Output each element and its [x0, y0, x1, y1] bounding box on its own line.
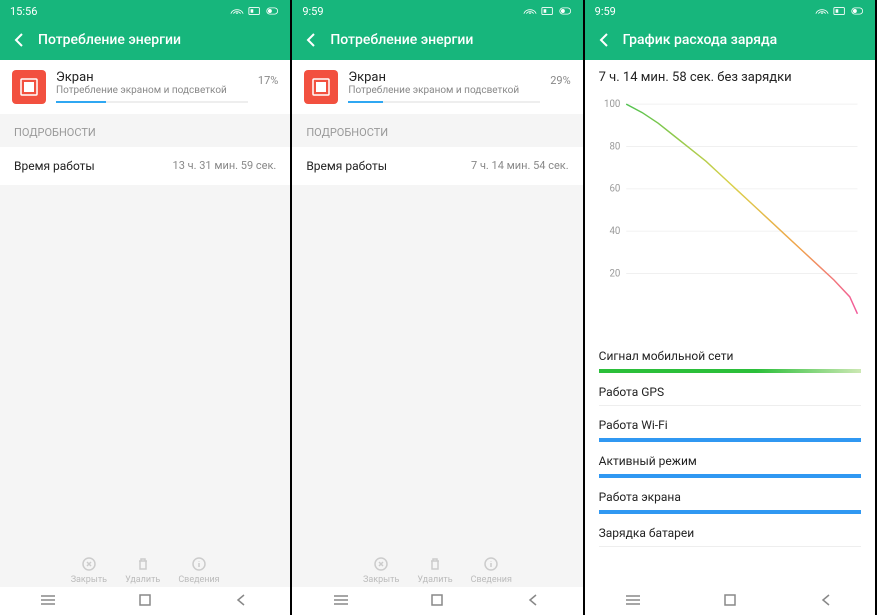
usage-item: Сигнал мобильной сети — [585, 341, 875, 377]
svg-text:20: 20 — [609, 268, 620, 279]
usage-label: Активный режим — [599, 454, 861, 468]
usage-bar — [599, 546, 861, 547]
close-action[interactable]: Закрыть — [363, 557, 399, 585]
section-label: ПОДРОБНОСТИ — [292, 114, 582, 147]
row-value: 13 ч. 31 мин. 59 сек. — [173, 159, 277, 173]
usage-list: Сигнал мобильной сети Работа GPS Работа … — [585, 341, 875, 551]
header-title: Потребление энергии — [38, 32, 181, 48]
svg-text:40: 40 — [609, 226, 620, 237]
section-label: ПОДРОБНОСТИ — [0, 114, 290, 147]
usage-item: Работа Wi-Fi — [585, 410, 875, 446]
details-row: Время работы 13 ч. 31 мин. 59 сек. — [0, 147, 290, 185]
header: График расхода заряда — [585, 22, 875, 60]
delete-action[interactable]: Удалить — [417, 557, 452, 585]
nav-recent-icon[interactable] — [624, 592, 642, 611]
info-action[interactable]: Сведения — [471, 557, 512, 585]
app-name: Экран — [56, 70, 248, 85]
app-subtitle: Потребление экраном и подсветкой — [348, 85, 540, 96]
screen-2: 9:59 Потребление энергии Экран Потреблен… — [292, 0, 584, 615]
usage-label: Работа экрана — [599, 490, 861, 504]
details-row: Время работы 7 ч. 14 мин. 54 сек. — [292, 147, 582, 185]
usage-bar — [599, 438, 861, 442]
progress — [348, 101, 540, 103]
app-card[interactable]: Экран Потребление экраном и подсветкой 1… — [0, 60, 290, 114]
info-action[interactable]: Сведения — [178, 557, 219, 585]
nav-home-icon[interactable] — [721, 592, 739, 611]
usage-bar — [599, 474, 861, 478]
svg-text:100: 100 — [604, 99, 620, 110]
usage-bar — [599, 510, 861, 514]
status-icons — [230, 5, 280, 17]
usage-item: Зарядка батареи — [585, 518, 875, 551]
nav-back-icon[interactable] — [233, 592, 251, 611]
usage-label: Работа Wi-Fi — [599, 418, 861, 432]
app-card[interactable]: Экран Потребление экраном и подсветкой 2… — [292, 60, 582, 114]
status-bar: 9:59 — [585, 0, 875, 22]
row-label: Время работы — [14, 159, 95, 173]
usage-bar — [599, 369, 861, 373]
navbar — [585, 587, 875, 615]
status-bar: 9:59 — [292, 0, 582, 22]
status-bar: 15:56 — [0, 0, 290, 22]
clock: 9:59 — [595, 5, 616, 18]
back-icon[interactable] — [304, 32, 320, 48]
usage-label: Работа GPS — [599, 385, 861, 399]
usage-label: Зарядка батареи — [599, 526, 861, 540]
header-title: График расхода заряда — [623, 32, 778, 48]
usage-item: Работа экрана — [585, 482, 875, 518]
svg-text:60: 60 — [609, 184, 620, 195]
bottom-actions: Закрыть Удалить Сведения — [292, 557, 582, 585]
nav-recent-icon[interactable] — [39, 592, 57, 611]
clock: 15:56 — [10, 5, 37, 18]
usage-item: Работа GPS — [585, 377, 875, 410]
header: Потребление энергии — [292, 22, 582, 60]
header-title: Потребление энергии — [330, 32, 473, 48]
nav-home-icon[interactable] — [136, 592, 154, 611]
clock: 9:59 — [302, 5, 323, 18]
close-action[interactable]: Закрыть — [71, 557, 107, 585]
usage-bar — [599, 405, 861, 406]
progress — [56, 101, 248, 103]
back-icon[interactable] — [597, 32, 613, 48]
back-icon[interactable] — [12, 32, 28, 48]
nav-recent-icon[interactable] — [332, 592, 350, 611]
svg-text:80: 80 — [609, 141, 620, 152]
status-icons — [815, 5, 865, 17]
usage-label: Сигнал мобильной сети — [599, 349, 861, 363]
status-icons — [523, 5, 573, 17]
delete-action[interactable]: Удалить — [125, 557, 160, 585]
screen-app-icon — [12, 70, 46, 104]
app-subtitle: Потребление экраном и подсветкой — [56, 85, 248, 96]
nav-back-icon[interactable] — [818, 592, 836, 611]
navbar — [0, 587, 290, 615]
usage-item: Активный режим — [585, 446, 875, 482]
battery-chart: 100 80 60 40 20 — [585, 91, 875, 341]
nav-home-icon[interactable] — [428, 592, 446, 611]
app-name: Экран — [348, 70, 540, 85]
row-label: Время работы — [306, 159, 387, 173]
screen-app-icon — [304, 70, 338, 104]
row-value: 7 ч. 14 мин. 54 сек. — [471, 159, 569, 173]
percentage: 17% — [258, 74, 278, 87]
chart-duration: 7 ч. 14 мин. 58 сек. без зарядки — [585, 60, 875, 91]
screen-1: 15:56 Потребление энергии Экран Потребле… — [0, 0, 292, 615]
percentage: 29% — [550, 74, 570, 87]
nav-back-icon[interactable] — [525, 592, 543, 611]
header: Потребление энергии — [0, 22, 290, 60]
navbar — [292, 587, 582, 615]
screen-3: 9:59 График расхода заряда 7 ч. 14 мин. … — [585, 0, 877, 615]
bottom-actions: Закрыть Удалить Сведения — [0, 557, 290, 585]
